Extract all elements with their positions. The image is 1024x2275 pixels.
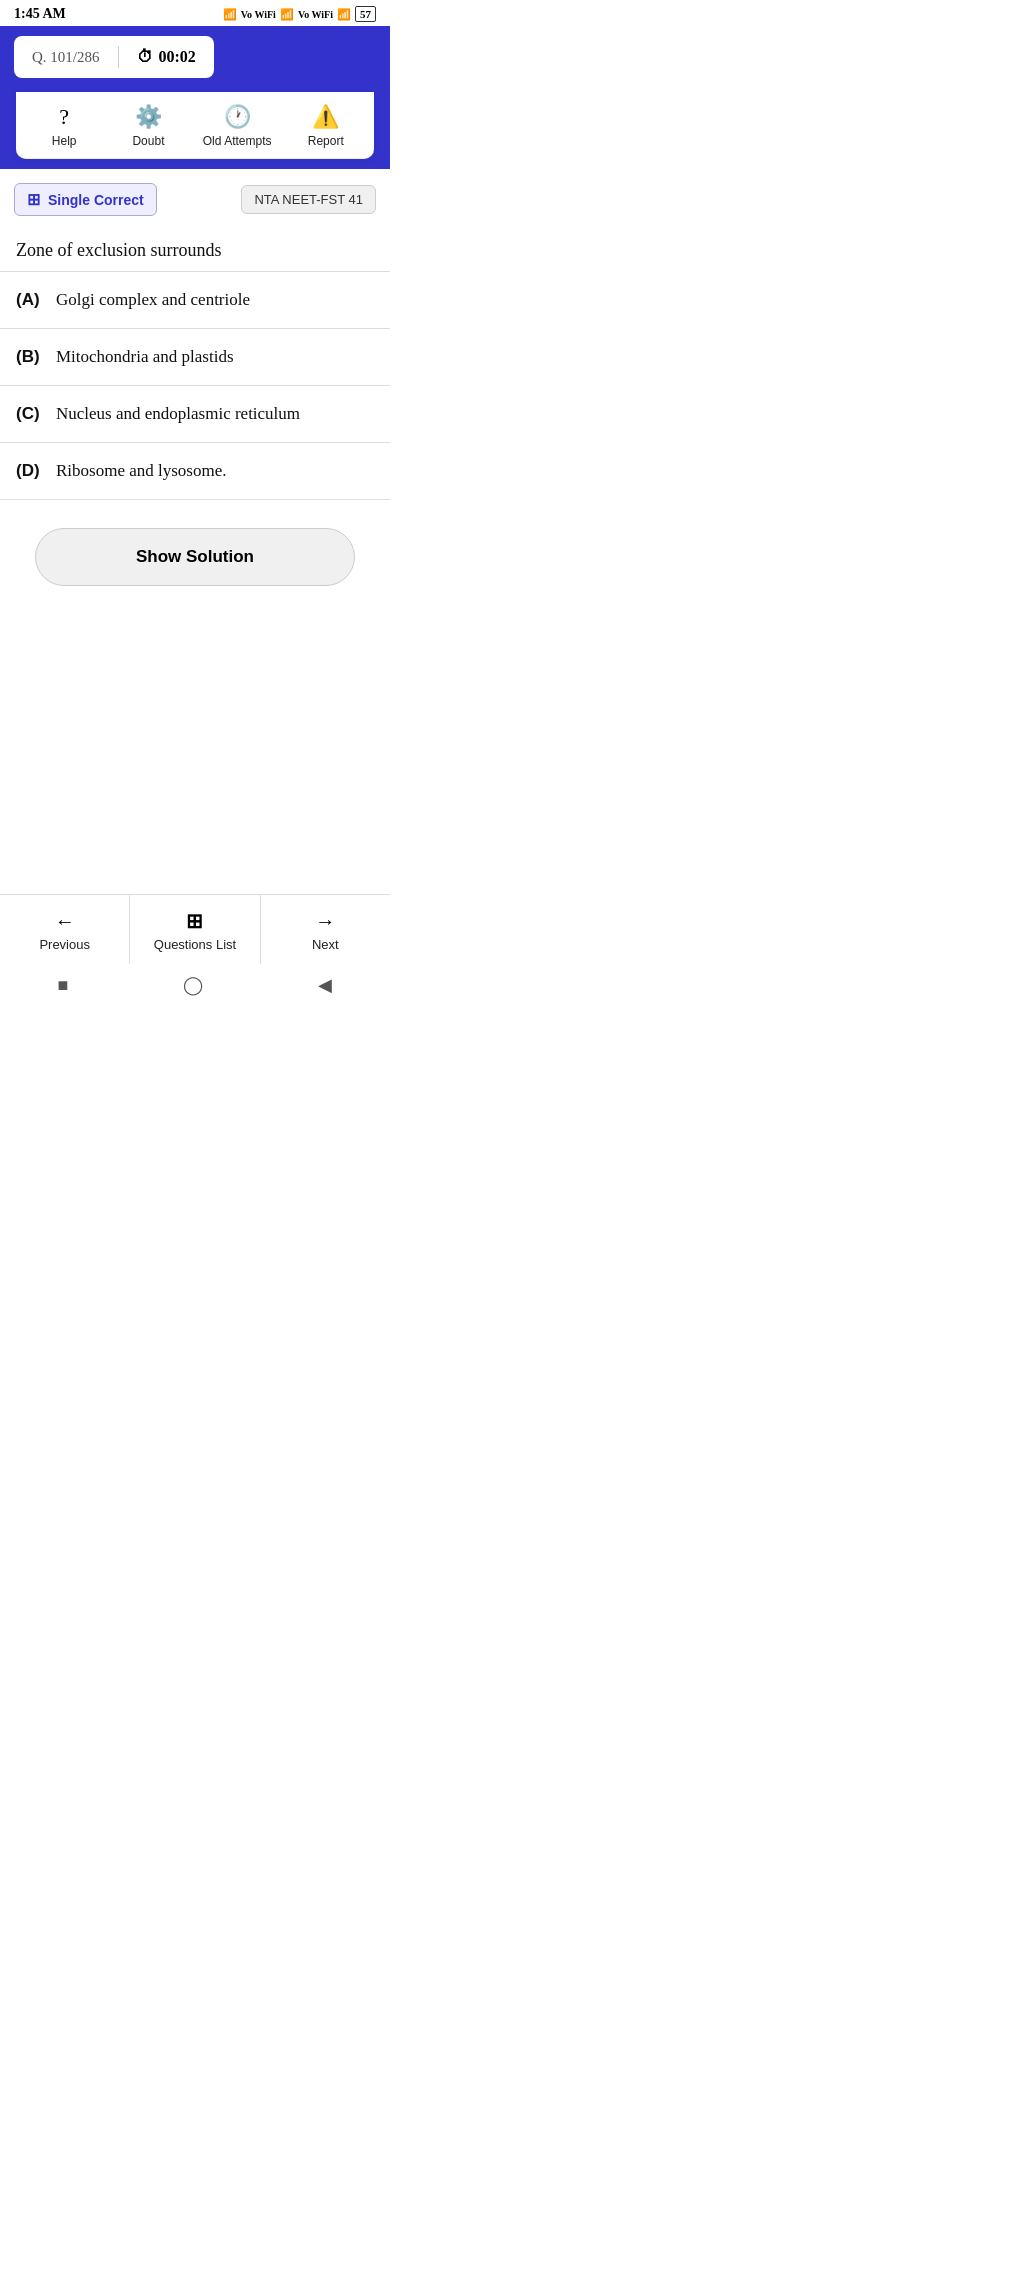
question-info-box: Q. 101/286 ⏱ 00:02 xyxy=(14,36,214,78)
option-d-label: (D) xyxy=(16,461,42,481)
back-triangle-icon[interactable]: ◀ xyxy=(318,974,332,996)
doubt-button[interactable]: ⚙️ Doubt xyxy=(118,104,178,148)
report-label: Report xyxy=(308,134,344,148)
system-nav: ■ ◯ ◀ xyxy=(0,964,390,1008)
question-number: Q. 101/286 xyxy=(32,47,100,67)
option-a[interactable]: (A) Golgi complex and centriole xyxy=(0,272,390,329)
help-button[interactable]: ? Help xyxy=(34,104,94,148)
spacer xyxy=(0,614,390,894)
next-label: Next xyxy=(312,937,339,952)
badge-type-label: Single Correct xyxy=(48,192,144,208)
option-c-text: Nucleus and endoplasmic reticulum xyxy=(56,404,300,424)
questions-list-button[interactable]: ⊞ Questions List xyxy=(130,895,260,964)
home-circle-icon[interactable]: ◯ xyxy=(183,974,203,996)
question-text: Zone of exclusion surrounds xyxy=(0,226,390,272)
nta-badge: NTA NEET-FST 41 xyxy=(241,185,376,214)
next-button[interactable]: → Next xyxy=(261,895,390,964)
previous-icon: ← xyxy=(55,910,75,933)
previous-button[interactable]: ← Previous xyxy=(0,895,130,964)
option-d[interactable]: (D) Ribosome and lysosome. xyxy=(0,443,390,500)
blue-header: Q. 101/286 ⏱ 00:02 xyxy=(0,26,390,92)
bottom-nav: ← Previous ⊞ Questions List → Next xyxy=(0,894,390,964)
option-d-text: Ribosome and lysosome. xyxy=(56,461,226,481)
questions-list-label: Questions List xyxy=(154,937,236,952)
signal-icon: 📶 xyxy=(223,8,237,21)
battery-icon: 57 xyxy=(355,6,376,22)
option-c-label: (C) xyxy=(16,404,42,424)
home-square-icon[interactable]: ■ xyxy=(58,975,69,996)
doubt-label: Doubt xyxy=(132,134,164,148)
old-attempts-button[interactable]: 🕐 Old Attempts xyxy=(203,104,272,148)
wifi-icon: 📶 xyxy=(337,8,351,21)
help-label: Help xyxy=(52,134,77,148)
divider xyxy=(118,46,119,68)
doubt-icon: ⚙️ xyxy=(135,104,162,130)
wifi-label: Vo WiFi xyxy=(241,9,276,20)
badge-row: ⊞ Single Correct NTA NEET-FST 41 xyxy=(0,169,390,226)
option-b-label: (B) xyxy=(16,347,42,367)
status-bar: 1:45 AM 📶 Vo WiFi 📶 Vo WiFi 📶 57 xyxy=(0,0,390,26)
status-time: 1:45 AM xyxy=(14,6,66,22)
option-c[interactable]: (C) Nucleus and endoplasmic reticulum xyxy=(0,386,390,443)
old-attempts-icon: 🕐 xyxy=(224,104,251,130)
report-button[interactable]: ⚠️ Report xyxy=(296,104,356,148)
report-icon: ⚠️ xyxy=(312,104,339,130)
timer-icon: ⏱ xyxy=(137,48,153,66)
option-a-text: Golgi complex and centriole xyxy=(56,290,250,310)
option-b-text: Mitochondria and plastids xyxy=(56,347,234,367)
wifi2-label: Vo WiFi xyxy=(298,9,333,20)
question-total: /286 xyxy=(73,49,100,65)
timer-value: 00:02 xyxy=(159,48,196,66)
toolbar: ? Help ⚙️ Doubt 🕐 Old Attempts ⚠️ Report xyxy=(16,92,374,159)
status-icons: 📶 Vo WiFi 📶 Vo WiFi 📶 57 xyxy=(223,6,376,22)
next-icon: → xyxy=(315,910,335,933)
old-attempts-label: Old Attempts xyxy=(203,134,272,148)
grid-icon: ⊞ xyxy=(27,190,40,209)
help-icon: ? xyxy=(59,104,69,130)
timer-box: ⏱ 00:02 xyxy=(137,48,196,66)
option-a-label: (A) xyxy=(16,290,42,310)
option-b[interactable]: (B) Mitochondria and plastids xyxy=(0,329,390,386)
questions-list-icon: ⊞ xyxy=(186,909,203,933)
signal2-icon: 📶 xyxy=(280,8,294,21)
single-correct-badge: ⊞ Single Correct xyxy=(14,183,157,216)
previous-label: Previous xyxy=(39,937,90,952)
show-solution-button[interactable]: Show Solution xyxy=(35,528,355,586)
